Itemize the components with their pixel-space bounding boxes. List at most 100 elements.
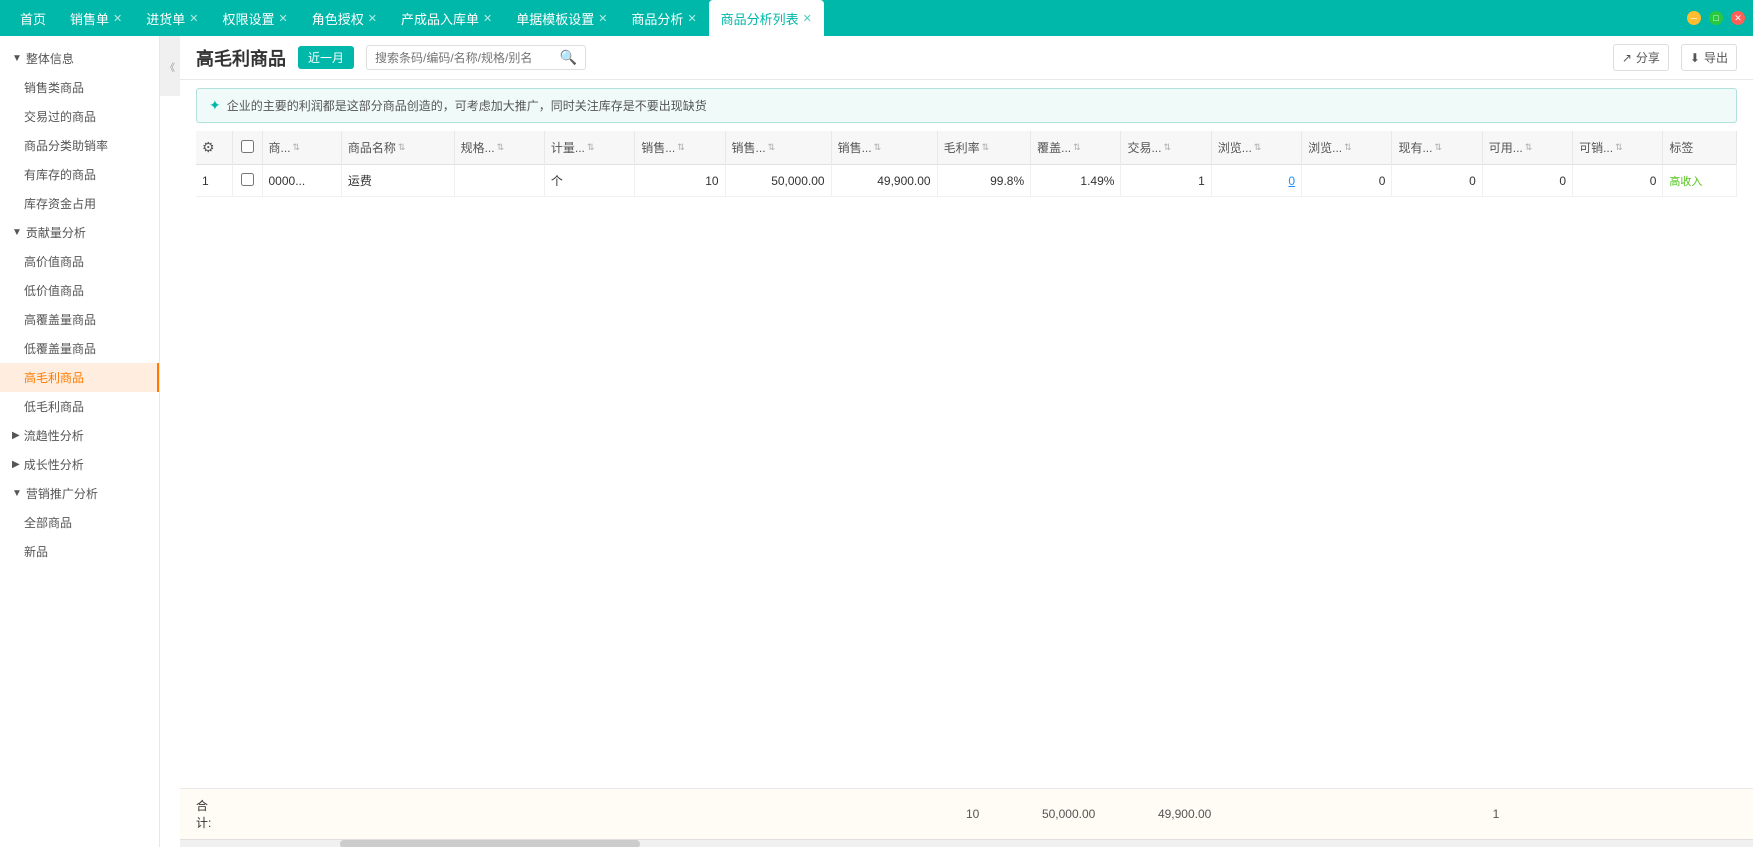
- sort-icon-gross-rate: ⇅: [982, 142, 990, 153]
- sidebar-group-growth[interactable]: ▶ 成长性分析: [0, 450, 159, 479]
- sidebar-item-low-margin[interactable]: 低毛利商品: [0, 392, 159, 421]
- nav-close-product-inbound[interactable]: ✕: [483, 12, 492, 25]
- column-settings-icon[interactable]: ⚙: [202, 139, 215, 156]
- sort-icon-sellable: ⇅: [1615, 142, 1623, 153]
- th-coverage[interactable]: 覆盖... ⇅: [1031, 131, 1121, 165]
- th-sales-qty[interactable]: 销售... ⇅: [635, 131, 725, 165]
- share-icon: ↗: [1622, 51, 1632, 65]
- nav-product-analysis-list[interactable]: 商品分析列表 ✕: [709, 0, 824, 36]
- sidebar-group-overall[interactable]: ▼ 整体信息: [0, 44, 159, 73]
- sort-icon-spec: ⇅: [497, 142, 505, 153]
- sidebar-collapse-button[interactable]: 《: [160, 36, 180, 96]
- scrollbar-thumb[interactable]: [340, 840, 640, 847]
- th-sales-amount[interactable]: 销售... ⇅: [725, 131, 831, 165]
- export-button[interactable]: ⬇ 导出: [1681, 44, 1737, 71]
- sidebar-group-contribution[interactable]: ▼ 贡献量分析: [0, 218, 159, 247]
- nav-role-auth[interactable]: 角色授权 ✕: [300, 0, 389, 36]
- search-icon[interactable]: 🔍: [560, 49, 577, 66]
- nav-close-purchase-order[interactable]: ✕: [189, 12, 198, 25]
- sidebar-group-marketing[interactable]: ▼ 营销推广分析: [0, 479, 159, 508]
- td-sales-cost: 49,900.00: [831, 165, 937, 197]
- th-trade[interactable]: 交易... ⇅: [1121, 131, 1211, 165]
- arrow-growth: ▶: [12, 459, 20, 470]
- close-button[interactable]: ✕: [1731, 11, 1745, 25]
- nav-permission-settings[interactable]: 权限设置 ✕: [210, 0, 299, 36]
- share-button[interactable]: ↗ 分享: [1613, 44, 1669, 71]
- sidebar-item-new-goods[interactable]: 新品: [0, 537, 159, 566]
- th-sellable[interactable]: 可销... ⇅: [1573, 131, 1663, 165]
- date-filter-button[interactable]: 近一月: [298, 46, 354, 69]
- footer-sales-cost: 49,900.00: [1111, 807, 1211, 821]
- th-available[interactable]: 可用... ⇅: [1482, 131, 1572, 165]
- top-navigation: 首页 销售单 ✕ 进货单 ✕ 权限设置 ✕ 角色授权 ✕ 产成品入库单 ✕ 单据…: [0, 0, 1753, 36]
- sidebar-item-high-value[interactable]: 高价值商品: [0, 247, 159, 276]
- footer-trade: 1: [1419, 807, 1499, 821]
- nav-template-settings[interactable]: 单据模板设置 ✕: [504, 0, 619, 36]
- td-browse1: 0: [1211, 165, 1301, 197]
- sidebar-item-high-coverage[interactable]: 高覆盖量商品: [0, 305, 159, 334]
- sidebar-item-in-stock[interactable]: 有库存的商品: [0, 160, 159, 189]
- th-browse2[interactable]: 浏览... ⇅: [1302, 131, 1392, 165]
- search-input[interactable]: [375, 51, 560, 65]
- th-gross-rate[interactable]: 毛利率 ⇅: [937, 131, 1031, 165]
- select-all-checkbox[interactable]: [241, 140, 254, 153]
- td-browse2: 0: [1302, 165, 1392, 197]
- nav-home[interactable]: 首页: [8, 0, 58, 36]
- th-browse1[interactable]: 浏览... ⇅: [1211, 131, 1301, 165]
- td-stock-now: 0: [1392, 165, 1482, 197]
- horizontal-scrollbar[interactable]: [180, 839, 1753, 847]
- sort-icon-browse2: ⇅: [1344, 142, 1352, 153]
- content-header: 高毛利商品 近一月 🔍 ↗ 分享 ⬇ 导出: [180, 36, 1753, 80]
- nav-sales-order[interactable]: 销售单 ✕: [58, 0, 134, 36]
- th-stock-now[interactable]: 现有... ⇅: [1392, 131, 1482, 165]
- sidebar-item-low-coverage[interactable]: 低覆盖量商品: [0, 334, 159, 363]
- minimize-button[interactable]: －: [1687, 11, 1701, 25]
- sidebar-item-sales-goods[interactable]: 销售类商品: [0, 73, 159, 102]
- th-unit[interactable]: 计量... ⇅: [544, 131, 634, 165]
- export-icon: ⬇: [1690, 51, 1700, 65]
- sidebar: ▼ 整体信息 销售类商品 交易过的商品 商品分类助销率 有库存的商品 库存资金占…: [0, 36, 160, 847]
- sidebar-item-low-value[interactable]: 低价值商品: [0, 276, 159, 305]
- th-name[interactable]: 商品名称 ⇅: [341, 131, 454, 165]
- sidebar-group-trend[interactable]: ▶ 流趋性分析: [0, 421, 159, 450]
- td-coverage: 1.49%: [1031, 165, 1121, 197]
- nav-close-role-auth[interactable]: ✕: [368, 12, 377, 25]
- maximize-button[interactable]: □: [1709, 11, 1723, 25]
- sidebar-item-category-rate[interactable]: 商品分类助销率: [0, 131, 159, 160]
- sidebar-item-all-goods[interactable]: 全部商品: [0, 508, 159, 537]
- sort-icon-sales-qty: ⇅: [677, 142, 685, 153]
- arrow-contribution: ▼: [12, 227, 22, 238]
- sort-icon-stock-now: ⇅: [1434, 142, 1442, 153]
- th-spec[interactable]: 规格... ⇅: [454, 131, 544, 165]
- search-box: 🔍: [366, 45, 586, 70]
- nav-close-product-analysis-list[interactable]: ✕: [803, 12, 812, 25]
- content-area: 高毛利商品 近一月 🔍 ↗ 分享 ⬇ 导出 ✦ 企业的主要的利润都是这部分商品创…: [180, 36, 1753, 847]
- nav-close-product-analysis[interactable]: ✕: [687, 12, 696, 25]
- th-sales-cost[interactable]: 销售... ⇅: [831, 131, 937, 165]
- nav-close-template-settings[interactable]: ✕: [598, 12, 607, 25]
- sort-icon-unit: ⇅: [587, 142, 595, 153]
- sidebar-item-high-margin[interactable]: 高毛利商品: [0, 363, 159, 392]
- nav-product-inbound[interactable]: 产成品入库单 ✕: [389, 0, 504, 36]
- td-checkbox: [232, 165, 262, 197]
- sort-icon-name: ⇅: [398, 142, 406, 153]
- nav-close-sales-order[interactable]: ✕: [113, 12, 122, 25]
- arrow-overall: ▼: [12, 53, 22, 64]
- nav-purchase-order[interactable]: 进货单 ✕: [134, 0, 210, 36]
- td-sales-qty: 10: [635, 165, 725, 197]
- th-code[interactable]: 商... ⇅: [262, 131, 341, 165]
- td-sales-amount: 50,000.00: [725, 165, 831, 197]
- sidebar-item-traded-goods[interactable]: 交易过的商品: [0, 102, 159, 131]
- page-title: 高毛利商品: [196, 45, 286, 71]
- nav-product-analysis[interactable]: 商品分析 ✕: [619, 0, 708, 36]
- row-checkbox[interactable]: [241, 173, 254, 186]
- th-settings[interactable]: ⚙: [196, 131, 232, 165]
- main-layout: ▼ 整体信息 销售类商品 交易过的商品 商品分类助销率 有库存的商品 库存资金占…: [0, 36, 1753, 847]
- arrow-trend: ▶: [12, 430, 20, 441]
- th-tag[interactable]: 标签: [1663, 131, 1737, 165]
- sidebar-item-stock-capital[interactable]: 库存资金占用: [0, 189, 159, 218]
- sort-icon-code: ⇅: [293, 142, 301, 153]
- sort-icon-trade: ⇅: [1163, 142, 1171, 153]
- nav-close-permission-settings[interactable]: ✕: [279, 12, 288, 25]
- sort-icon-coverage: ⇅: [1073, 142, 1081, 153]
